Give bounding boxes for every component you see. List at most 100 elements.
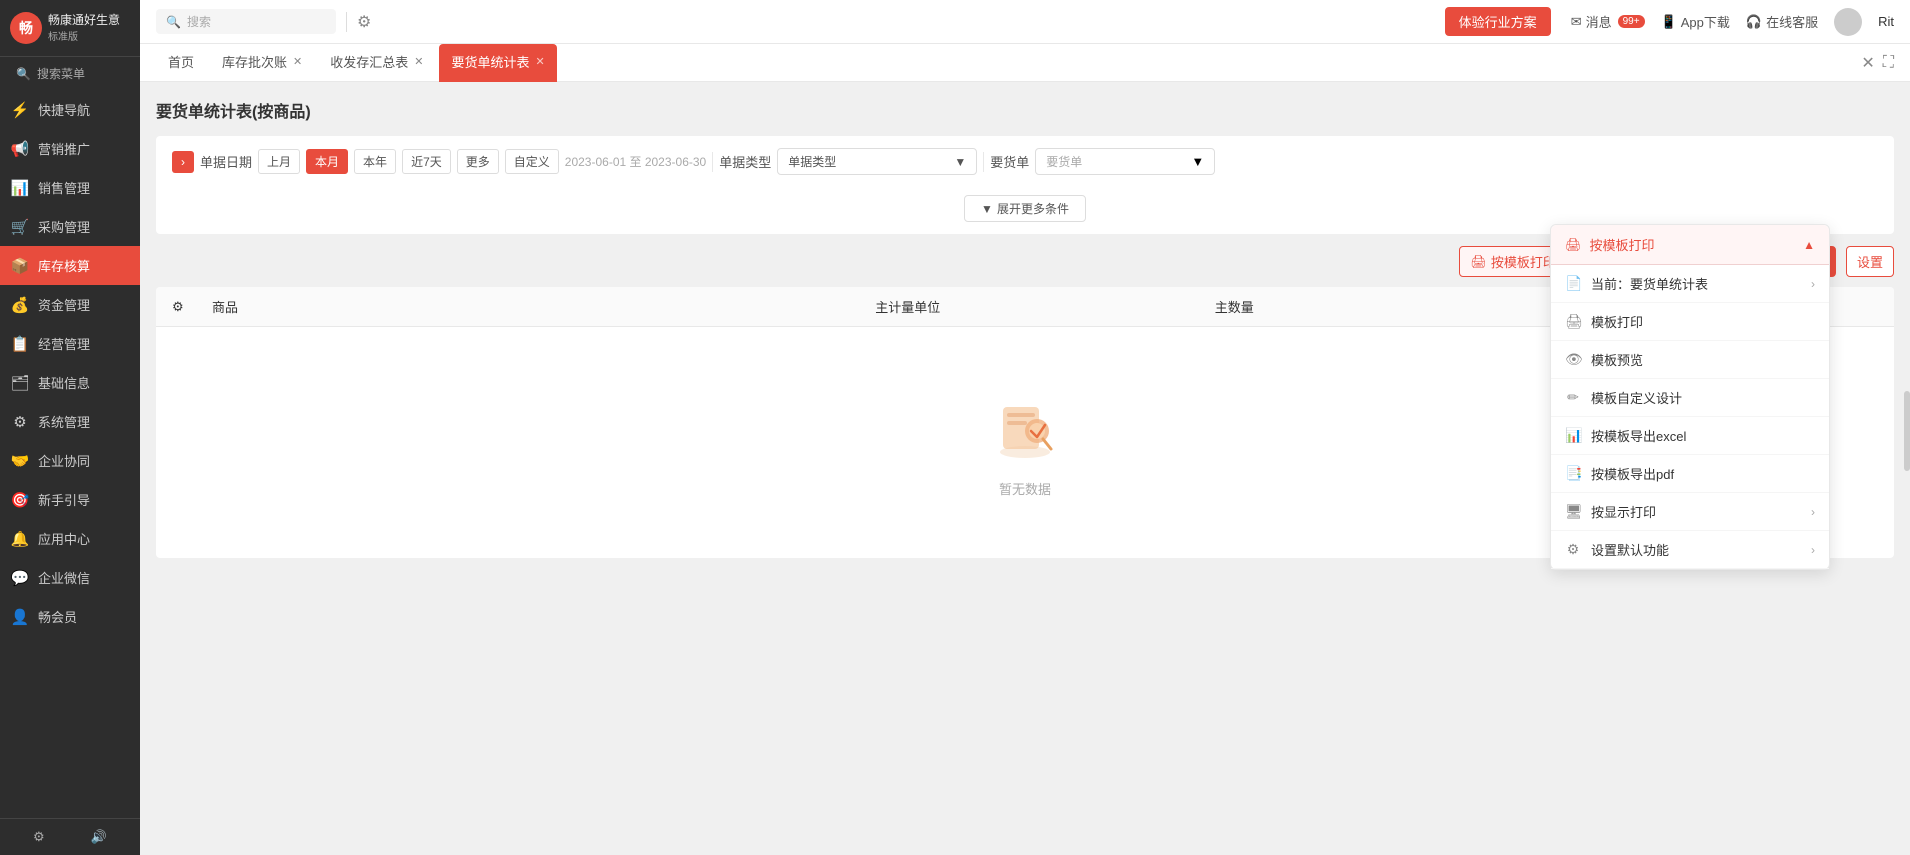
- sidebar-item-inventory[interactable]: 📦 库存核算: [0, 246, 140, 285]
- tab-bar: 首页 库存批次账 ✕ 收发存汇总表 ✕ 要货单统计表 ✕ ✕ ⛶: [140, 44, 1910, 82]
- search-icon: 🔍: [16, 67, 31, 81]
- empty-text: 暂无数据: [999, 479, 1051, 498]
- sidebar-item-operation[interactable]: 📋 经营管理: [0, 324, 140, 363]
- sidebar-item-guide[interactable]: 🎯 新手引导: [0, 480, 140, 519]
- sidebar-item-label: 经营管理: [38, 334, 90, 353]
- template-print-label: 模板打印: [1591, 312, 1643, 331]
- purchase-icon: 🛒: [10, 218, 30, 236]
- sidebar-bottom: ⚙ 🔊: [0, 818, 140, 855]
- header-divider: [346, 12, 347, 32]
- dropdown-header: 🖨 按模板打印 ▲: [1551, 225, 1829, 265]
- dropdown-display-print[interactable]: 🖥 按显示打印 ›: [1551, 493, 1829, 531]
- dropdown-set-default[interactable]: ⚙ 设置默认功能 ›: [1551, 531, 1829, 569]
- settings-btn[interactable]: 设置: [1846, 246, 1894, 277]
- sidebar-item-appstore[interactable]: 🔔 应用中心: [0, 519, 140, 558]
- dropdown-item-template-pdf[interactable]: 📑 按模板导出pdf: [1551, 455, 1829, 493]
- sidebar-item-label: 资金管理: [38, 295, 90, 314]
- sidebar-item-label: 销售管理: [38, 178, 90, 197]
- sidebar-item-label: 新手引导: [38, 490, 90, 509]
- sidebar-item-basic[interactable]: 🗂 基础信息: [0, 363, 140, 402]
- username: Rit: [1878, 14, 1894, 29]
- tab-batch-accounts[interactable]: 库存批次账 ✕: [210, 44, 314, 82]
- sidebar-item-label: 快捷导航: [38, 100, 90, 119]
- finance-icon: 💰: [10, 296, 30, 314]
- sidebar-item-wechat[interactable]: 💬 企业微信: [0, 558, 140, 597]
- col-goods: 商品: [204, 297, 867, 316]
- set-default-icon: ⚙: [1565, 541, 1581, 558]
- date-btn-7days[interactable]: 近7天: [402, 149, 451, 174]
- service-icon: 🎧: [1746, 14, 1762, 30]
- marketing-icon: 📢: [10, 140, 30, 158]
- content-area: 要货单统计表(按商品) › 单据日期 上月 本月 本年 近7天 更多 自定义 2…: [140, 82, 1910, 855]
- sidebar-item-sales[interactable]: 📊 销售管理: [0, 168, 140, 207]
- sidebar-item-purchase[interactable]: 🛒 采购管理: [0, 207, 140, 246]
- header-search[interactable]: 🔍 搜索: [156, 9, 336, 34]
- tab-order-stats[interactable]: 要货单统计表 ✕: [439, 44, 556, 82]
- dropdown-item-template-print[interactable]: 🖨 模板打印: [1551, 303, 1829, 341]
- system-icon: ⚙: [10, 413, 30, 431]
- header-gear-icon[interactable]: ⚙: [357, 12, 371, 32]
- goods-select-arrow: ▼: [1191, 154, 1204, 169]
- date-btn-custom[interactable]: 自定义: [505, 149, 559, 174]
- tab-receipt-close[interactable]: ✕: [414, 55, 423, 68]
- header-search-placeholder: 搜索: [187, 13, 211, 30]
- sidebar-item-marketing[interactable]: 📢 营销推广: [0, 129, 140, 168]
- wechat-icon: 💬: [10, 569, 30, 587]
- template-preview-label: 模板预览: [1591, 350, 1643, 369]
- date-btn-last-month[interactable]: 上月: [258, 149, 300, 174]
- goods-select[interactable]: 要货单 ▼: [1035, 148, 1215, 175]
- tab-home[interactable]: 首页: [156, 44, 206, 82]
- sidebar-item-label: 企业协同: [38, 451, 90, 470]
- settings-icon[interactable]: ⚙: [33, 829, 45, 845]
- online-service-item[interactable]: 🎧 在线客服: [1746, 12, 1818, 31]
- type-select[interactable]: 单据类型 ▼: [777, 148, 977, 175]
- type-select-arrow: ▼: [954, 155, 966, 169]
- sound-icon[interactable]: 🔊: [91, 829, 107, 845]
- sidebar-item-corp[interactable]: 🤝 企业协同: [0, 441, 140, 480]
- dropdown-title-text: 按模板打印: [1590, 235, 1655, 254]
- date-btn-this-month[interactable]: 本月: [306, 149, 348, 174]
- dropdown-current-item[interactable]: 📄 当前：要货单统计表 ›: [1551, 265, 1829, 303]
- tab-batch-close[interactable]: ✕: [293, 55, 302, 68]
- template-pdf-icon: 📑: [1565, 465, 1581, 482]
- sidebar-item-quick-nav[interactable]: ⚡ 快捷导航: [0, 90, 140, 129]
- sidebar-item-label: 基础信息: [38, 373, 90, 392]
- dropdown-item-template-preview[interactable]: 👁 模板预览: [1551, 341, 1829, 379]
- goods-placeholder: 要货单: [1046, 153, 1082, 170]
- current-arrow: ›: [1811, 277, 1815, 291]
- tab-bar-close-icon[interactable]: ✕: [1861, 53, 1874, 73]
- messages-item[interactable]: ✉ 消息 99+: [1571, 12, 1645, 31]
- sales-icon: 📊: [10, 179, 30, 197]
- dropdown-title: 🖨 按模板打印: [1565, 235, 1655, 254]
- col-unit: 主计量单位: [867, 297, 1207, 316]
- tab-bar-expand-icon[interactable]: ⛶: [1883, 54, 1894, 72]
- sidebar-item-finance[interactable]: 💰 资金管理: [0, 285, 140, 324]
- right-scrollbar[interactable]: [1904, 82, 1910, 855]
- date-btn-this-year[interactable]: 本年: [354, 149, 396, 174]
- date-label: 单据日期: [200, 152, 252, 171]
- filter-toggle-btn[interactable]: ›: [172, 151, 194, 173]
- date-btn-more[interactable]: 更多: [457, 149, 499, 174]
- avatar[interactable]: [1834, 8, 1862, 36]
- sidebar-item-member[interactable]: 👤 畅会员: [0, 597, 140, 636]
- template-excel-label: 按模板导出excel: [1591, 426, 1686, 445]
- app-download-item[interactable]: 📱 App下载: [1661, 12, 1730, 31]
- dropdown-item-template-design[interactable]: ✏ 模板自定义设计: [1551, 379, 1829, 417]
- sidebar-item-label: 企业微信: [38, 568, 90, 587]
- sidebar-search[interactable]: 🔍 搜索菜单: [0, 57, 140, 90]
- promo-button[interactable]: 体验行业方案: [1445, 7, 1551, 36]
- messages-badge: 99+: [1618, 15, 1645, 28]
- sidebar-item-system[interactable]: ⚙ 系统管理: [0, 402, 140, 441]
- page-title: 要货单统计表(按商品): [156, 98, 1894, 122]
- scrollbar-thumb: [1904, 391, 1910, 471]
- display-print-label: 按显示打印: [1591, 502, 1801, 521]
- tab-receipt-summary-label: 收发存汇总表: [330, 52, 408, 71]
- tab-receipt-summary[interactable]: 收发存汇总表 ✕: [318, 44, 435, 82]
- sidebar-item-label: 应用中心: [38, 529, 90, 548]
- dropdown-close-arrow[interactable]: ▲: [1803, 238, 1815, 252]
- settings-gear-icon[interactable]: ⚙: [172, 299, 184, 314]
- sidebar-item-label: 系统管理: [38, 412, 90, 431]
- expand-btn[interactable]: ▼ 展开更多条件: [964, 195, 1086, 222]
- dropdown-item-template-excel[interactable]: 📊 按模板导出excel: [1551, 417, 1829, 455]
- tab-order-close[interactable]: ✕: [536, 55, 545, 68]
